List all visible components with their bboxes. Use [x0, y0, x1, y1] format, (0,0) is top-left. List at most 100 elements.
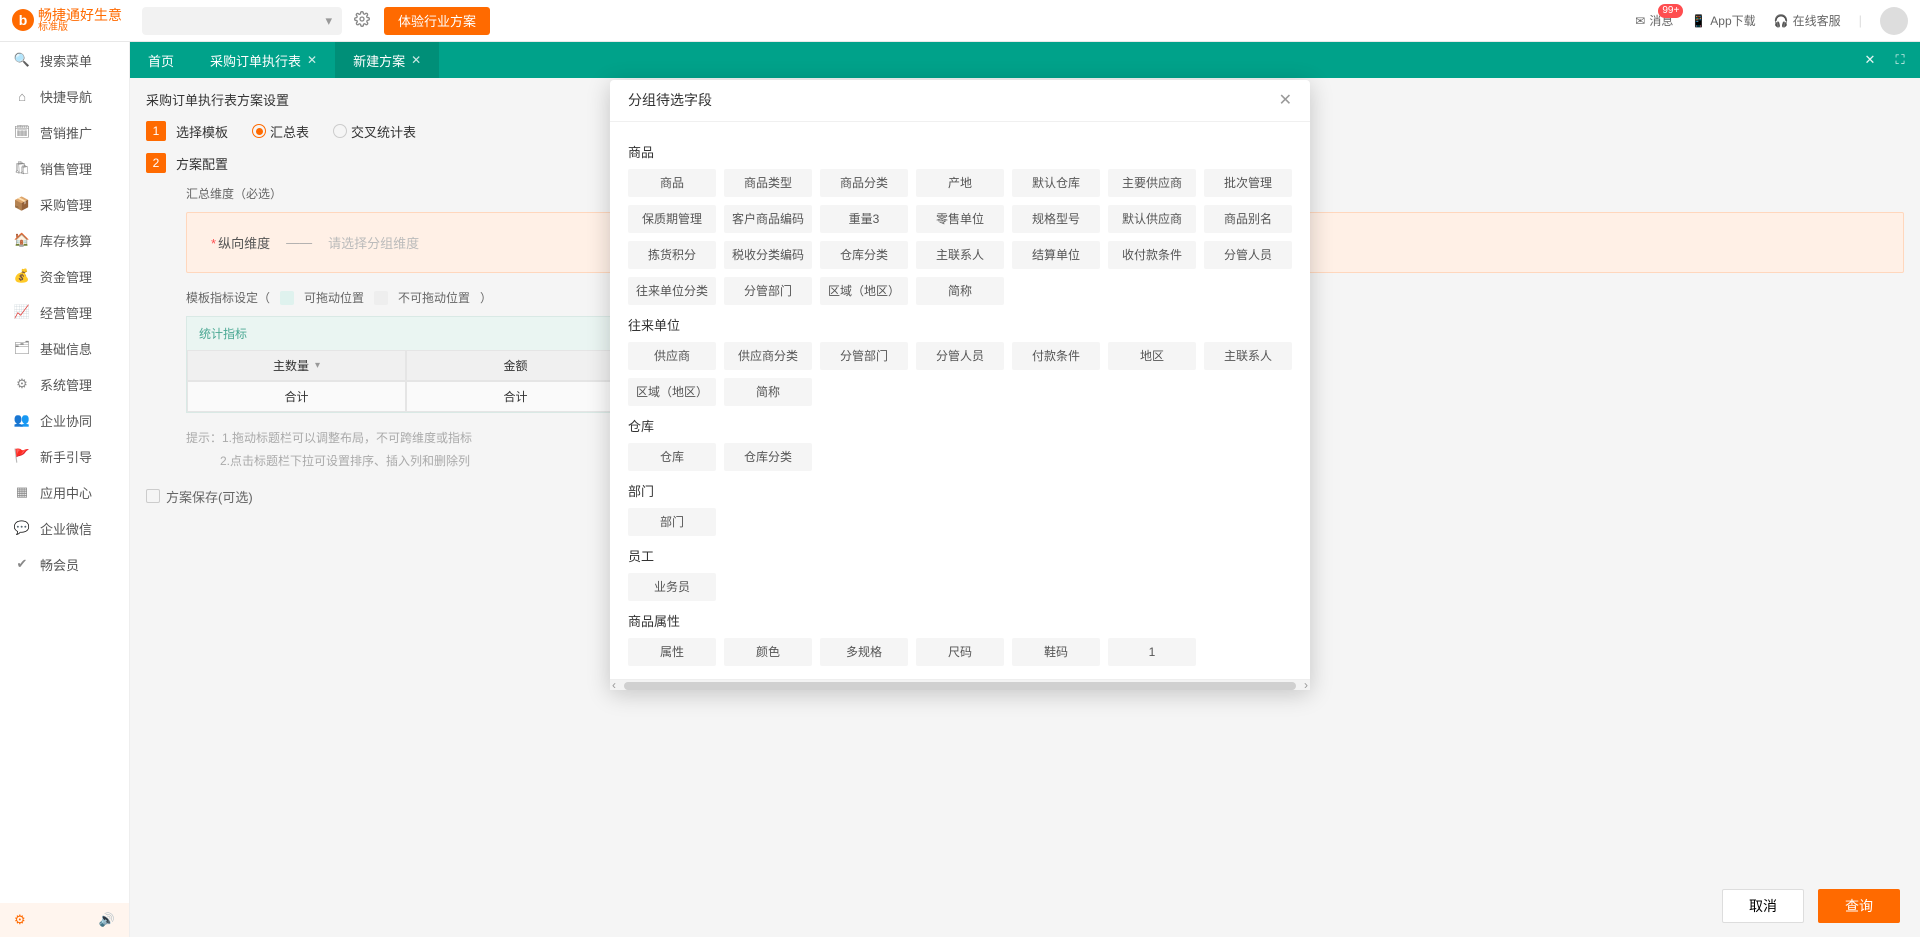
field-tag[interactable]: 分管部门: [724, 277, 812, 305]
col-main-qty[interactable]: 主数量 ▾: [187, 350, 406, 381]
field-tag[interactable]: 供应商: [628, 342, 716, 370]
sidebar-item-cart[interactable]: 🛍销售管理: [0, 150, 129, 186]
org-selector[interactable]: ▾: [142, 7, 342, 35]
sidebar-item-doc[interactable]: 🗂基础信息: [0, 330, 129, 366]
field-tag[interactable]: 往来单位分类: [628, 277, 716, 305]
field-tag[interactable]: 批次管理: [1204, 169, 1292, 197]
field-tag[interactable]: 产地: [916, 169, 1004, 197]
field-tag[interactable]: 属性: [628, 638, 716, 666]
field-tag[interactable]: 仓库分类: [724, 443, 812, 471]
field-tag[interactable]: 客户商品编码: [724, 205, 812, 233]
modal-close-icon[interactable]: ✕: [1279, 90, 1292, 110]
field-tag[interactable]: 区域（地区）: [628, 378, 716, 406]
field-tag[interactable]: 鞋码: [1012, 638, 1100, 666]
flag-icon: 🚩: [14, 448, 30, 464]
tab-采购订单执行表[interactable]: 采购订单执行表✕: [192, 42, 335, 78]
field-tag[interactable]: 保质期管理: [628, 205, 716, 233]
field-tag[interactable]: 主联系人: [1204, 342, 1292, 370]
scrollbar-thumb[interactable]: [624, 682, 1296, 690]
field-tag[interactable]: 供应商分类: [724, 342, 812, 370]
field-tag[interactable]: 分管人员: [916, 342, 1004, 370]
col-amount[interactable]: 金额: [406, 350, 625, 381]
field-tag[interactable]: 1: [1108, 638, 1196, 666]
grid-icon: ▦: [14, 484, 30, 500]
field-tag[interactable]: 税收分类编码: [724, 241, 812, 269]
footer: 取消 查询: [1702, 875, 1920, 937]
field-tag[interactable]: 商品别名: [1204, 205, 1292, 233]
tag-row: 业务员: [628, 573, 1292, 601]
field-tag[interactable]: 多规格: [820, 638, 908, 666]
field-tag[interactable]: 规格型号: [1012, 205, 1100, 233]
tab-close-all-icon[interactable]: ✕: [1860, 50, 1880, 70]
radio-cross[interactable]: 交叉统计表: [333, 122, 416, 141]
grid-header: 统计指标: [187, 317, 625, 350]
query-button[interactable]: 查询: [1818, 889, 1900, 923]
sidebar-sound-icon[interactable]: 🔊: [99, 912, 115, 928]
field-tag[interactable]: 尺码: [916, 638, 1004, 666]
field-tag[interactable]: 付款条件: [1012, 342, 1100, 370]
sidebar-item-gear[interactable]: ⚙系统管理: [0, 366, 129, 402]
sidebar-item-chat[interactable]: 💬企业微信: [0, 510, 129, 546]
tab-新建方案[interactable]: 新建方案 ✕: [335, 42, 439, 78]
sidebar-item-coin[interactable]: 💰资金管理: [0, 258, 129, 294]
field-tag[interactable]: 默认供应商: [1108, 205, 1196, 233]
modal-body[interactable]: 商品商品商品类型商品分类产地默认仓库主要供应商批次管理保质期管理客户商品编码重量…: [610, 122, 1310, 679]
tab-label: 新建方案: [353, 51, 405, 70]
sidebar-item-vip[interactable]: ✔畅会员: [0, 546, 129, 582]
field-tag[interactable]: 简称: [916, 277, 1004, 305]
tabs-bar: 首页采购订单执行表✕ 新建方案 ✕ ✕ ⛶: [130, 42, 1920, 78]
try-industry-button[interactable]: 体验行业方案: [384, 7, 490, 35]
field-tag[interactable]: 拣货积分: [628, 241, 716, 269]
field-tag[interactable]: 主联系人: [916, 241, 1004, 269]
sidebar-item-home[interactable]: ⌂快捷导航: [0, 78, 129, 114]
tabs-right: ✕ ⛶: [1860, 42, 1920, 78]
field-tag[interactable]: 简称: [724, 378, 812, 406]
sidebar-item-chart[interactable]: 📈经营管理: [0, 294, 129, 330]
save-checkbox[interactable]: [146, 489, 160, 503]
sidebar-item-flag[interactable]: 🚩新手引导: [0, 438, 129, 474]
box-icon: 🏠: [14, 232, 30, 248]
field-tag[interactable]: 零售单位: [916, 205, 1004, 233]
radio-summary[interactable]: 汇总表: [252, 122, 309, 141]
sidebar-bottom: ⚙ 🔊: [0, 903, 129, 937]
field-tag[interactable]: 分管人员: [1204, 241, 1292, 269]
field-tag[interactable]: 商品: [628, 169, 716, 197]
step-2-badge: 2: [146, 153, 166, 173]
field-tag[interactable]: 仓库分类: [820, 241, 908, 269]
sidebar-item-grid[interactable]: ▦应用中心: [0, 474, 129, 510]
tab-首页[interactable]: 首页: [130, 42, 192, 78]
field-tag[interactable]: 默认仓库: [1012, 169, 1100, 197]
field-tag[interactable]: 收付款条件: [1108, 241, 1196, 269]
sidebar-settings-icon[interactable]: ⚙: [14, 912, 26, 928]
field-tag[interactable]: 主要供应商: [1108, 169, 1196, 197]
sidebar-item-gift[interactable]: 🗓营销推广: [0, 114, 129, 150]
modal-horizontal-scrollbar[interactable]: [610, 679, 1310, 690]
settings-icon[interactable]: [354, 11, 370, 30]
sidebar-item-team[interactable]: 👥企业协同: [0, 402, 129, 438]
tab-close-icon[interactable]: ✕: [411, 53, 421, 67]
tab-fullscreen-icon[interactable]: ⛶: [1890, 50, 1910, 70]
sidebar-item-box[interactable]: 🏠库存核算: [0, 222, 129, 258]
dimension-placeholder[interactable]: 请选择分组维度: [328, 233, 419, 252]
field-tag[interactable]: 部门: [628, 508, 716, 536]
cancel-button[interactable]: 取消: [1722, 889, 1804, 923]
sidebar-item-label: 企业协同: [40, 411, 92, 430]
sidebar-item-search[interactable]: 🔍搜索菜单: [0, 42, 129, 78]
field-tag[interactable]: 业务员: [628, 573, 716, 601]
messages-link[interactable]: ✉ 消息 99+: [1635, 12, 1673, 29]
field-tag[interactable]: 商品分类: [820, 169, 908, 197]
field-tag[interactable]: 重量3: [820, 205, 908, 233]
logo-subtext: 标准版: [38, 22, 122, 33]
field-tag[interactable]: 分管部门: [820, 342, 908, 370]
sidebar-item-bag[interactable]: 📦采购管理: [0, 186, 129, 222]
field-tag[interactable]: 地区: [1108, 342, 1196, 370]
field-tag[interactable]: 区域（地区）: [820, 277, 908, 305]
field-tag[interactable]: 结算单位: [1012, 241, 1100, 269]
tab-close-icon[interactable]: ✕: [307, 53, 317, 67]
app-download-link[interactable]: 📱 App下载: [1691, 12, 1755, 29]
avatar[interactable]: [1880, 7, 1908, 35]
field-tag[interactable]: 颜色: [724, 638, 812, 666]
field-tag[interactable]: 仓库: [628, 443, 716, 471]
field-tag[interactable]: 商品类型: [724, 169, 812, 197]
online-service-link[interactable]: 🎧 在线客服: [1774, 12, 1841, 29]
